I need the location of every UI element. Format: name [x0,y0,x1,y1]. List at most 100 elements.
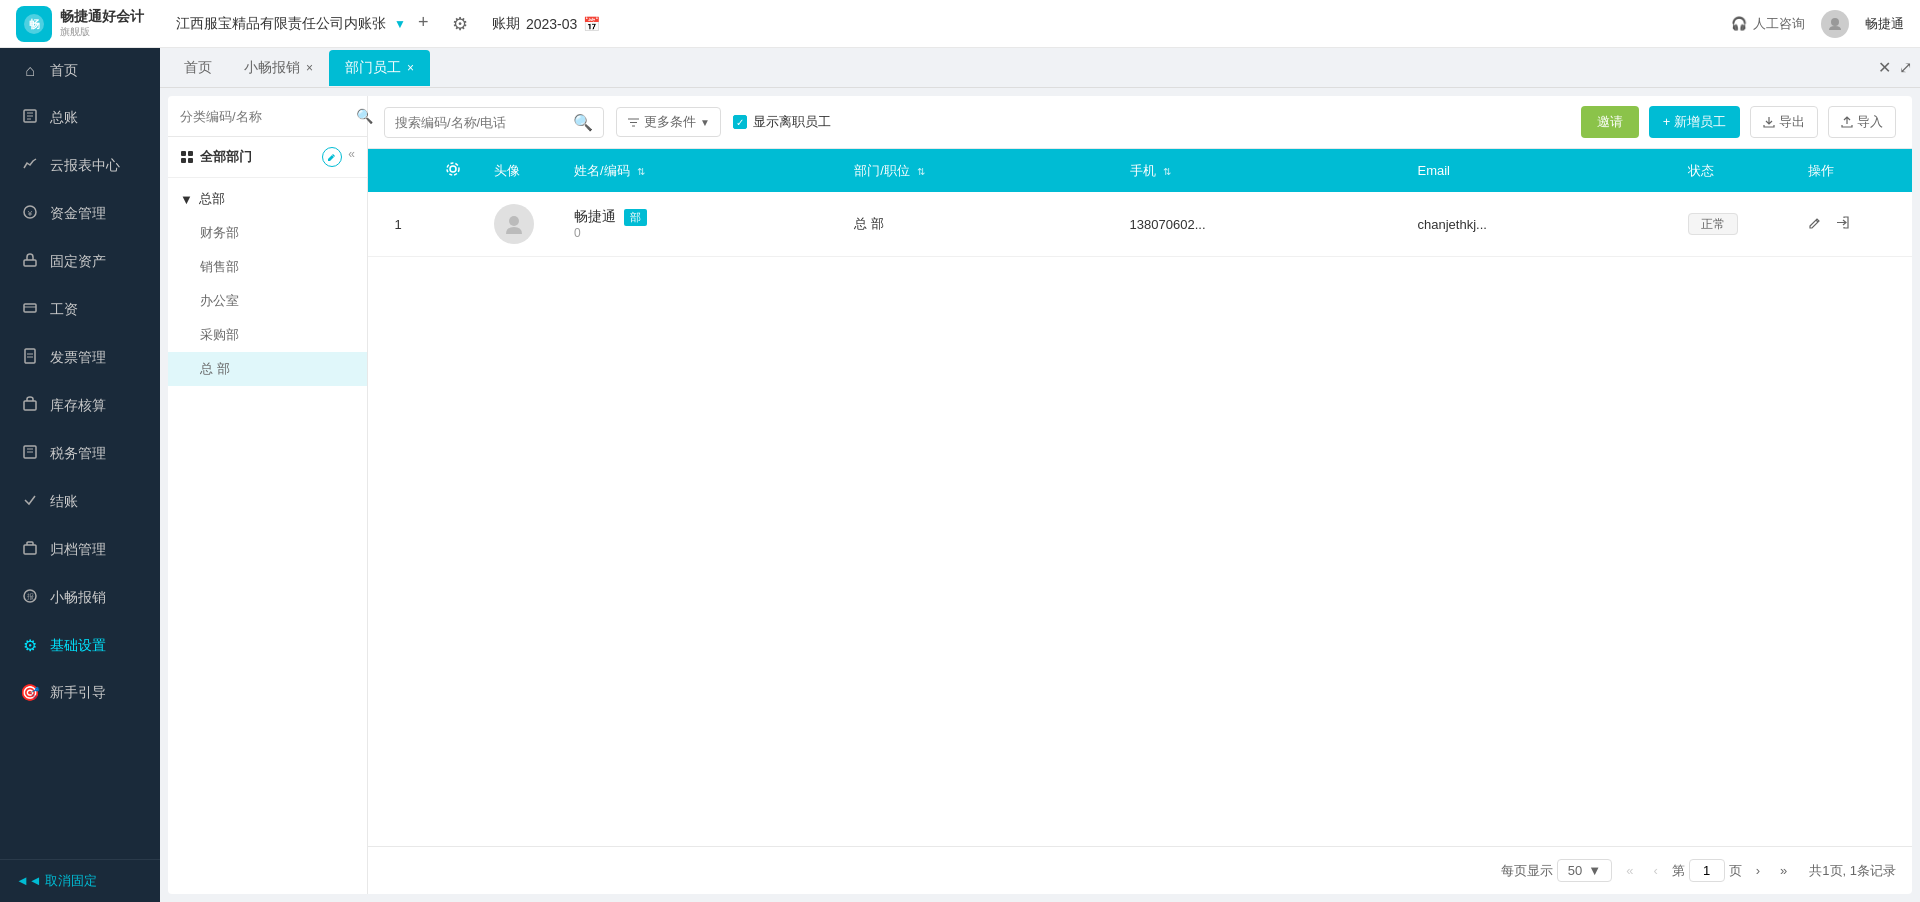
add-dept-button[interactable] [322,147,342,167]
sidebar-item-xiaochang[interactable]: 报 小畅报销 [0,574,160,622]
page-prefix-label: 第 [1672,862,1685,880]
next-page-button[interactable]: › [1750,861,1766,880]
table-body: 1 [368,192,1912,257]
page-size-selector: 每页显示 50 ▼ [1501,859,1612,882]
tab-xiaochang-close[interactable]: × [306,61,313,75]
sidebar-item-archive[interactable]: 归档管理 [0,526,160,574]
dept-node-finance[interactable]: 财务部 [168,216,367,250]
more-filter-label: 更多条件 [644,113,696,131]
dept-header: 全部部门 « [168,137,367,178]
grid-icon [180,150,194,164]
dept-badge: 部 [624,209,647,226]
tab-close-icon[interactable]: ✕ [1878,58,1891,77]
cancel-fixed-button[interactable]: ◄◄ 取消固定 [0,859,160,902]
first-page-button[interactable]: « [1620,861,1639,880]
col-actions: 操作 [1792,149,1912,192]
sidebar-item-checkout[interactable]: 结账 [0,478,160,526]
per-page-label: 每页显示 [1501,862,1553,880]
sidebar-item-salary[interactable]: 工资 [0,286,160,334]
import-icon [1841,116,1853,128]
invite-button[interactable]: 邀请 [1581,106,1639,138]
add-company-button[interactable]: + [418,12,442,36]
more-filter-button[interactable]: 更多条件 ▼ [616,107,721,137]
page-number-input[interactable] [1689,859,1725,882]
sidebar-item-assets[interactable]: 固定资产 [0,238,160,286]
pagination-bar: 每页显示 50 ▼ « ‹ 第 页 › » 共1页, [368,846,1912,894]
dept-label-procurement: 采购部 [200,326,239,344]
tab-expand-icon[interactable]: ⤢ [1899,58,1912,77]
employee-avatar [494,204,534,244]
assets-icon [20,252,40,272]
sidebar-item-guide[interactable]: 🎯 新手引导 [0,669,160,716]
dept-search-area: 🔍 [168,96,367,137]
last-page-button[interactable]: » [1774,861,1793,880]
settings-icon[interactable]: ⚙ [452,13,468,35]
sidebar-item-tax[interactable]: 税务管理 [0,430,160,478]
name-sort-icon: ⇅ [637,166,645,177]
edit-employee-icon[interactable] [1808,215,1823,233]
add-employee-button[interactable]: + 新增员工 [1649,106,1740,138]
company-selector[interactable]: 江西服宝精品有限责任公司内账张 ▼ [176,15,406,33]
import-button[interactable]: 导入 [1828,106,1896,138]
employee-name: 畅捷通 [574,208,616,226]
show-resigned-toggle[interactable]: ✓ 显示离职员工 [733,113,831,131]
col-status-label: 状态 [1688,163,1714,178]
account-period-label: 账期 [492,15,520,33]
dept-search-input[interactable] [180,109,348,124]
sidebar-label-inventory: 库存核算 [50,397,106,415]
sidebar-item-home[interactable]: ⌂ 首页 [0,48,160,94]
dept-label-sales: 销售部 [200,258,239,276]
company-name: 江西服宝精品有限责任公司内账张 [176,15,386,33]
total-info: 共1页, 1条记录 [1809,862,1896,880]
col-phone-label: 手机 [1130,163,1156,178]
tabs-bar: 首页 小畅报销 × 部门员工 × ✕ ⤢ [160,48,1920,88]
delete-employee-icon[interactable] [1835,215,1850,233]
export-label: 导出 [1779,113,1805,131]
export-button[interactable]: 导出 [1750,106,1818,138]
sidebar-item-funds[interactable]: ¥ 资金管理 [0,190,160,238]
logo-svg: 畅 [23,13,45,35]
calendar-icon[interactable]: 📅 [583,16,600,32]
cell-phone: 138070602... [1114,192,1402,257]
employee-toolbar: 🔍 更多条件 ▼ ✓ 显示离职员工 [368,96,1912,149]
tab-home[interactable]: 首页 [168,50,228,86]
logo-text-block: 畅捷通好会计 旗舰版 [60,8,144,39]
tab-dept-employee[interactable]: 部门员工 × [329,50,430,86]
sidebar-item-reports[interactable]: 云报表中心 [0,142,160,190]
dept-panel: 🔍 全部部门 [168,96,368,894]
dept-node-zongbu-group[interactable]: ▼ 总部 [168,182,367,216]
tab-dept-employee-close[interactable]: × [407,61,414,75]
dept-node-procurement[interactable]: 采购部 [168,318,367,352]
employee-code: 0 [574,226,822,240]
invoice-icon [20,348,40,368]
dept-collapse-button[interactable]: « [348,147,355,167]
dept-node-office[interactable]: 办公室 [168,284,367,318]
dept-header-actions: « [322,147,355,167]
sidebar-item-invoice[interactable]: 发票管理 [0,334,160,382]
xiaochang-icon: 报 [20,588,40,608]
col-name[interactable]: 姓名/编码 ⇅ [558,149,838,192]
cell-email: chanjethkj... [1402,192,1673,257]
sidebar-label-guide: 新手引导 [50,684,106,702]
sidebar-label-xiaochang: 小畅报销 [50,589,106,607]
employee-search-input[interactable] [395,115,567,130]
username-top: 畅捷通 [1865,15,1904,33]
sidebar-item-ledger[interactable]: 总账 [0,94,160,142]
dept-node-sales[interactable]: 销售部 [168,250,367,284]
dept-node-zongbu[interactable]: 总 部 [168,352,367,386]
prev-page-button[interactable]: ‹ [1647,861,1663,880]
sidebar-item-inventory[interactable]: 库存核算 [0,382,160,430]
page-size-value[interactable]: 50 ▼ [1557,859,1612,882]
sidebar-item-settings[interactable]: ⚙ 基础设置 [0,622,160,669]
svg-rect-25 [188,158,193,163]
search-magnifier-icon[interactable]: 🔍 [573,113,593,132]
edit-icon [1808,215,1823,230]
tab-xiaochang[interactable]: 小畅报销 × [228,50,329,86]
sidebar-label-archive: 归档管理 [50,541,106,559]
col-phone[interactable]: 手机 ⇅ [1114,149,1402,192]
cell-name: 畅捷通 部 0 [558,192,838,257]
col-dept[interactable]: 部门/职位 ⇅ [838,149,1113,192]
col-settings[interactable] [428,149,478,192]
show-resigned-checkbox: ✓ [733,115,747,129]
service-button[interactable]: 🎧 人工咨询 [1731,15,1805,33]
